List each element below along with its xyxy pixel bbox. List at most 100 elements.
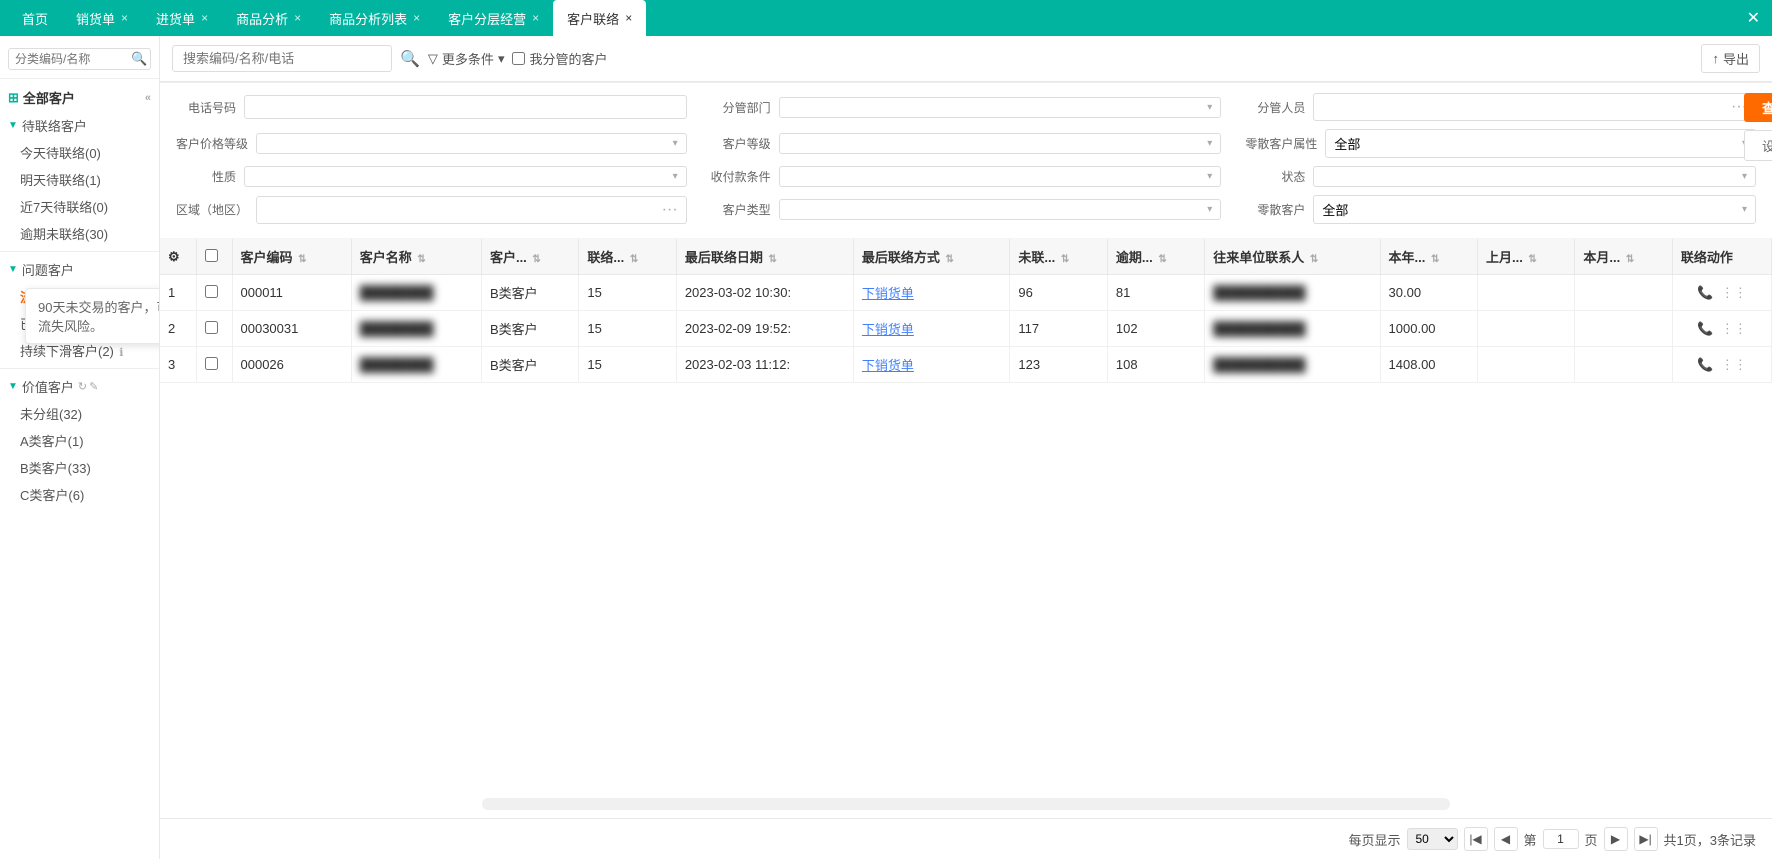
dept-select[interactable]: ▾ — [779, 97, 1222, 118]
sort-icon-related[interactable]: ⇅ — [1310, 254, 1318, 265]
tab-customer-contact[interactable]: 客户联络 × — [553, 0, 646, 36]
filter-phone-row: 电话号码 — [176, 93, 687, 121]
sort-icon-uncontacted[interactable]: ⇅ — [1061, 254, 1069, 265]
first-page-button[interactable]: |◀ — [1464, 827, 1488, 851]
prev-page-button[interactable]: ◀ — [1494, 827, 1518, 851]
cell-no-0: 1 — [160, 275, 196, 311]
app-close-button[interactable]: ✕ — [1747, 8, 1760, 28]
region-select[interactable]: ··· — [256, 196, 687, 224]
price-select[interactable]: ▾ — [256, 133, 687, 154]
zero-customer-select[interactable]: 全部 ▾ — [1313, 195, 1756, 224]
sidebar-all-customers[interactable]: ⊞ 全部客户 « — [0, 83, 159, 112]
page-number-input[interactable] — [1543, 829, 1579, 849]
sort-icon-type[interactable]: ⇅ — [532, 254, 540, 265]
customer-type-select[interactable]: ▾ — [779, 199, 1222, 220]
payment-select[interactable]: ▾ — [779, 166, 1222, 187]
my-customers-label[interactable]: 我分管的客户 — [512, 49, 607, 68]
cell-actions-2[interactable]: 📞 ⋮⋮ — [1672, 347, 1771, 383]
sidebar-group-problem[interactable]: ▼ 问题客户 — [0, 256, 159, 283]
horizontal-scrollbar[interactable] — [482, 798, 1449, 810]
phone-input[interactable] — [244, 95, 687, 119]
export-button[interactable]: ↑ 导出 — [1701, 44, 1760, 73]
action-contact-icon-1[interactable]: 📞 — [1697, 321, 1713, 336]
tab-purchase[interactable]: 进货单 × — [142, 0, 222, 36]
cell-actions-1[interactable]: 📞 ⋮⋮ — [1672, 311, 1771, 347]
cell-checkbox-0[interactable] — [196, 275, 232, 311]
sort-icon-code[interactable]: ⇅ — [298, 254, 306, 265]
sidebar-group-pending[interactable]: ▼ 待联络客户 — [0, 112, 159, 139]
sort-icon-year[interactable]: ⇅ — [1431, 254, 1439, 265]
sort-icon-this-month[interactable]: ⇅ — [1626, 254, 1634, 265]
tab-close-customer-contact[interactable]: × — [625, 11, 632, 25]
row-checkbox-0[interactable] — [205, 285, 218, 298]
tab-close-purchase[interactable]: × — [201, 11, 208, 25]
cell-method-0[interactable]: 下销货单 — [853, 275, 1010, 311]
my-customers-checkbox[interactable] — [512, 52, 525, 65]
last-page-button[interactable]: ▶| — [1634, 827, 1658, 851]
row-checkbox-2[interactable] — [205, 357, 218, 370]
sidebar-group-value[interactable]: ▼ 价值客户 ↻ ✎ — [0, 373, 159, 400]
action-contact-icon-2[interactable]: 📞 — [1697, 357, 1713, 372]
tab-product-analysis[interactable]: 商品分析 × — [222, 0, 315, 36]
sidebar-search-input[interactable] — [8, 48, 151, 70]
cell-checkbox-2[interactable] — [196, 347, 232, 383]
action-more-icon-2[interactable]: ⋮⋮ — [1721, 357, 1747, 372]
sidebar-item-week[interactable]: 近7天待联络(0) — [0, 193, 159, 220]
sort-icon-name[interactable]: ⇅ — [417, 254, 425, 265]
sidebar-item-today[interactable]: 今天待联络(0) — [0, 139, 159, 166]
level-select[interactable]: ▾ — [779, 133, 1222, 154]
region-dots[interactable]: ··· — [662, 201, 678, 219]
method-link-2[interactable]: 下销货单 — [862, 358, 914, 373]
sidebar-item-a-class[interactable]: A类客户(1) — [0, 427, 159, 454]
th-checkbox[interactable] — [196, 239, 232, 275]
cell-actions-0[interactable]: 📞 ⋮⋮ — [1672, 275, 1771, 311]
next-page-button[interactable]: ▶ — [1604, 827, 1628, 851]
sidebar-item-ungrouped[interactable]: 未分组(32) — [0, 400, 159, 427]
filter-search-button[interactable]: 🔍 — [400, 49, 420, 69]
tab-customer-tier[interactable]: 客户分层经营 × — [434, 0, 553, 36]
sort-icon-last-month[interactable]: ⇅ — [1528, 254, 1536, 265]
per-page-select[interactable]: 50 100 — [1407, 828, 1458, 850]
filter-search-input[interactable] — [172, 45, 392, 72]
sort-icon-date[interactable]: ⇅ — [768, 254, 776, 265]
cell-checkbox-1[interactable] — [196, 311, 232, 347]
status-select[interactable]: ▾ — [1313, 166, 1756, 187]
filter-more-button[interactable]: ▽ 更多条件 ▾ — [428, 49, 505, 68]
edit-icon[interactable]: ✎ — [89, 380, 98, 393]
settings-button[interactable]: 设置 — [1744, 130, 1772, 161]
sort-icon-method[interactable]: ⇅ — [945, 254, 953, 265]
action-more-icon-1[interactable]: ⋮⋮ — [1721, 321, 1747, 336]
query-button[interactable]: 查询 — [1744, 93, 1772, 122]
cell-type-2: B类客户 — [481, 347, 578, 383]
blurred-name-2: ████████ — [360, 357, 434, 372]
sidebar-item-b-class[interactable]: B类客户(33) — [0, 454, 159, 481]
staff-select[interactable]: ··· — [1313, 93, 1756, 121]
sidebar-item-overdue[interactable]: 逾期未联络(30) — [0, 220, 159, 247]
filter-status-row: 状态 ▾ — [1245, 166, 1756, 187]
tab-close-sales[interactable]: × — [121, 11, 128, 25]
tab-close-customer-tier[interactable]: × — [532, 11, 539, 25]
row-checkbox-1[interactable] — [205, 321, 218, 334]
sidebar-item-tomorrow[interactable]: 明天待联络(1) — [0, 166, 159, 193]
method-link-0[interactable]: 下销货单 — [862, 286, 914, 301]
refresh-icon[interactable]: ↻ — [78, 380, 87, 393]
tab-home[interactable]: 首页 — [8, 0, 62, 36]
action-more-icon-0[interactable]: ⋮⋮ — [1721, 285, 1747, 300]
table-body: 1 000011 ████████ B类客户 15 2023-03-02 10:… — [160, 275, 1772, 383]
cell-method-1[interactable]: 下销货单 — [853, 311, 1010, 347]
th-settings[interactable]: ⚙ — [160, 239, 196, 275]
tab-close-product-list[interactable]: × — [413, 11, 420, 25]
sidebar: 🔍 ⊞ 全部客户 « ▼ 待联络客户 今天待联络(0) 明天待联络(1) 近7天… — [0, 36, 160, 859]
sort-icon-overdue[interactable]: ⇅ — [1158, 254, 1166, 265]
gender-select[interactable]: ▾ — [244, 166, 687, 187]
cell-method-2[interactable]: 下销货单 — [853, 347, 1010, 383]
zero-attr-select[interactable]: 全部 ▾ — [1325, 129, 1756, 158]
sort-icon-contact[interactable]: ⇅ — [630, 254, 638, 265]
tab-product-list[interactable]: 商品分析列表 × — [315, 0, 434, 36]
tab-sales[interactable]: 销货单 × — [62, 0, 142, 36]
action-contact-icon-0[interactable]: 📞 — [1697, 285, 1713, 300]
tab-close-product-analysis[interactable]: × — [294, 11, 301, 25]
method-link-1[interactable]: 下销货单 — [862, 322, 914, 337]
select-all-checkbox[interactable] — [205, 249, 218, 262]
sidebar-item-c-class[interactable]: C类客户(6) — [0, 481, 159, 508]
